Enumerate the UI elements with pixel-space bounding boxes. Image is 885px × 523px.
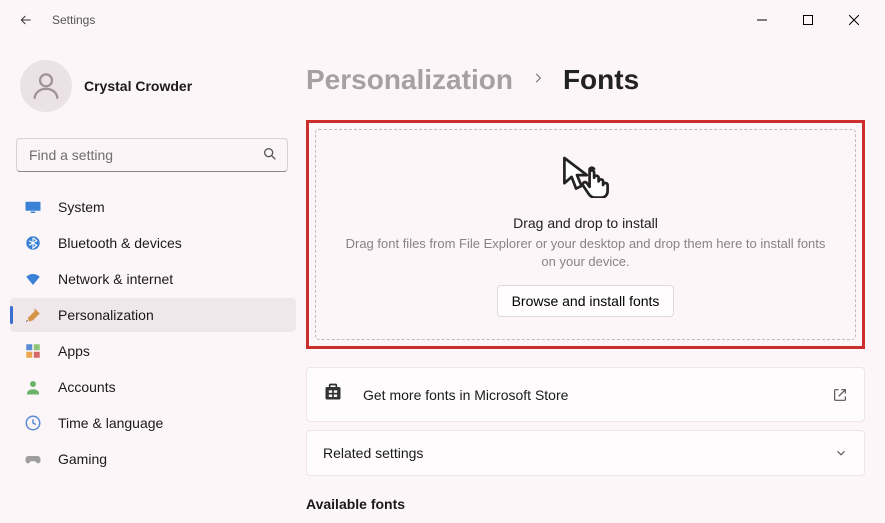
breadcrumb-parent[interactable]: Personalization — [306, 64, 513, 96]
nav-label: Time & language — [58, 415, 163, 431]
available-fonts-heading: Available fonts — [306, 496, 869, 512]
related-settings-expander[interactable]: Related settings — [306, 430, 865, 476]
person-icon — [24, 378, 42, 396]
bluetooth-icon — [24, 234, 42, 252]
display-icon — [24, 198, 42, 216]
store-fonts-link[interactable]: Get more fonts in Microsoft Store — [306, 367, 865, 422]
tutorial-highlight: Drag and drop to install Drag font files… — [306, 120, 865, 349]
related-settings-label: Related settings — [323, 445, 814, 461]
account-header[interactable]: Crystal Crowder — [10, 48, 296, 130]
close-icon — [849, 15, 859, 25]
close-button[interactable] — [831, 5, 877, 35]
store-link-label: Get more fonts in Microsoft Store — [363, 387, 812, 403]
nav-network[interactable]: Network & internet — [10, 262, 296, 296]
chevron-right-icon — [531, 71, 545, 90]
search-box — [16, 138, 288, 172]
browse-fonts-button[interactable]: Browse and install fonts — [497, 285, 675, 317]
nav-system[interactable]: System — [10, 190, 296, 224]
maximize-icon — [803, 15, 813, 25]
dropzone-description: Drag font files from File Explorer or yo… — [338, 235, 833, 271]
clock-globe-icon — [24, 414, 42, 432]
minimize-icon — [757, 15, 767, 25]
breadcrumb-current: Fonts — [563, 64, 639, 96]
maximize-button[interactable] — [785, 5, 831, 35]
nav-label: Personalization — [58, 307, 154, 323]
nav-label: Gaming — [58, 451, 107, 467]
cursor-pointer-icon — [559, 154, 613, 203]
back-button[interactable] — [16, 10, 36, 30]
titlebar: Settings — [0, 0, 885, 40]
sidebar: Crystal Crowder System Bluetooth & devic… — [0, 40, 300, 523]
external-link-icon — [832, 387, 848, 403]
account-name: Crystal Crowder — [84, 78, 192, 94]
arrow-left-icon — [18, 12, 34, 28]
gamepad-icon — [24, 450, 42, 468]
nav-label: Accounts — [58, 379, 116, 395]
nav-label: Network & internet — [58, 271, 173, 287]
main-content: Personalization Fonts Drag and drop to i… — [300, 40, 885, 523]
search-input[interactable] — [16, 138, 288, 172]
minimize-button[interactable] — [739, 5, 785, 35]
person-icon — [29, 69, 63, 103]
nav-apps[interactable]: Apps — [10, 334, 296, 368]
avatar — [20, 60, 72, 112]
nav-bluetooth[interactable]: Bluetooth & devices — [10, 226, 296, 260]
nav-label: Bluetooth & devices — [58, 235, 182, 251]
store-icon — [323, 382, 343, 407]
nav-label: System — [58, 199, 105, 215]
nav-label: Apps — [58, 343, 90, 359]
apps-icon — [24, 342, 42, 360]
app-title: Settings — [52, 13, 95, 27]
nav: System Bluetooth & devices Network & int… — [10, 190, 296, 476]
nav-personalization[interactable]: Personalization — [10, 298, 296, 332]
chevron-down-icon — [834, 446, 848, 460]
paintbrush-icon — [24, 306, 42, 324]
font-dropzone[interactable]: Drag and drop to install Drag font files… — [315, 129, 856, 340]
nav-accounts[interactable]: Accounts — [10, 370, 296, 404]
wifi-icon — [24, 270, 42, 288]
dropzone-title: Drag and drop to install — [513, 215, 658, 231]
nav-time[interactable]: Time & language — [10, 406, 296, 440]
breadcrumb: Personalization Fonts — [306, 64, 869, 96]
nav-gaming[interactable]: Gaming — [10, 442, 296, 476]
